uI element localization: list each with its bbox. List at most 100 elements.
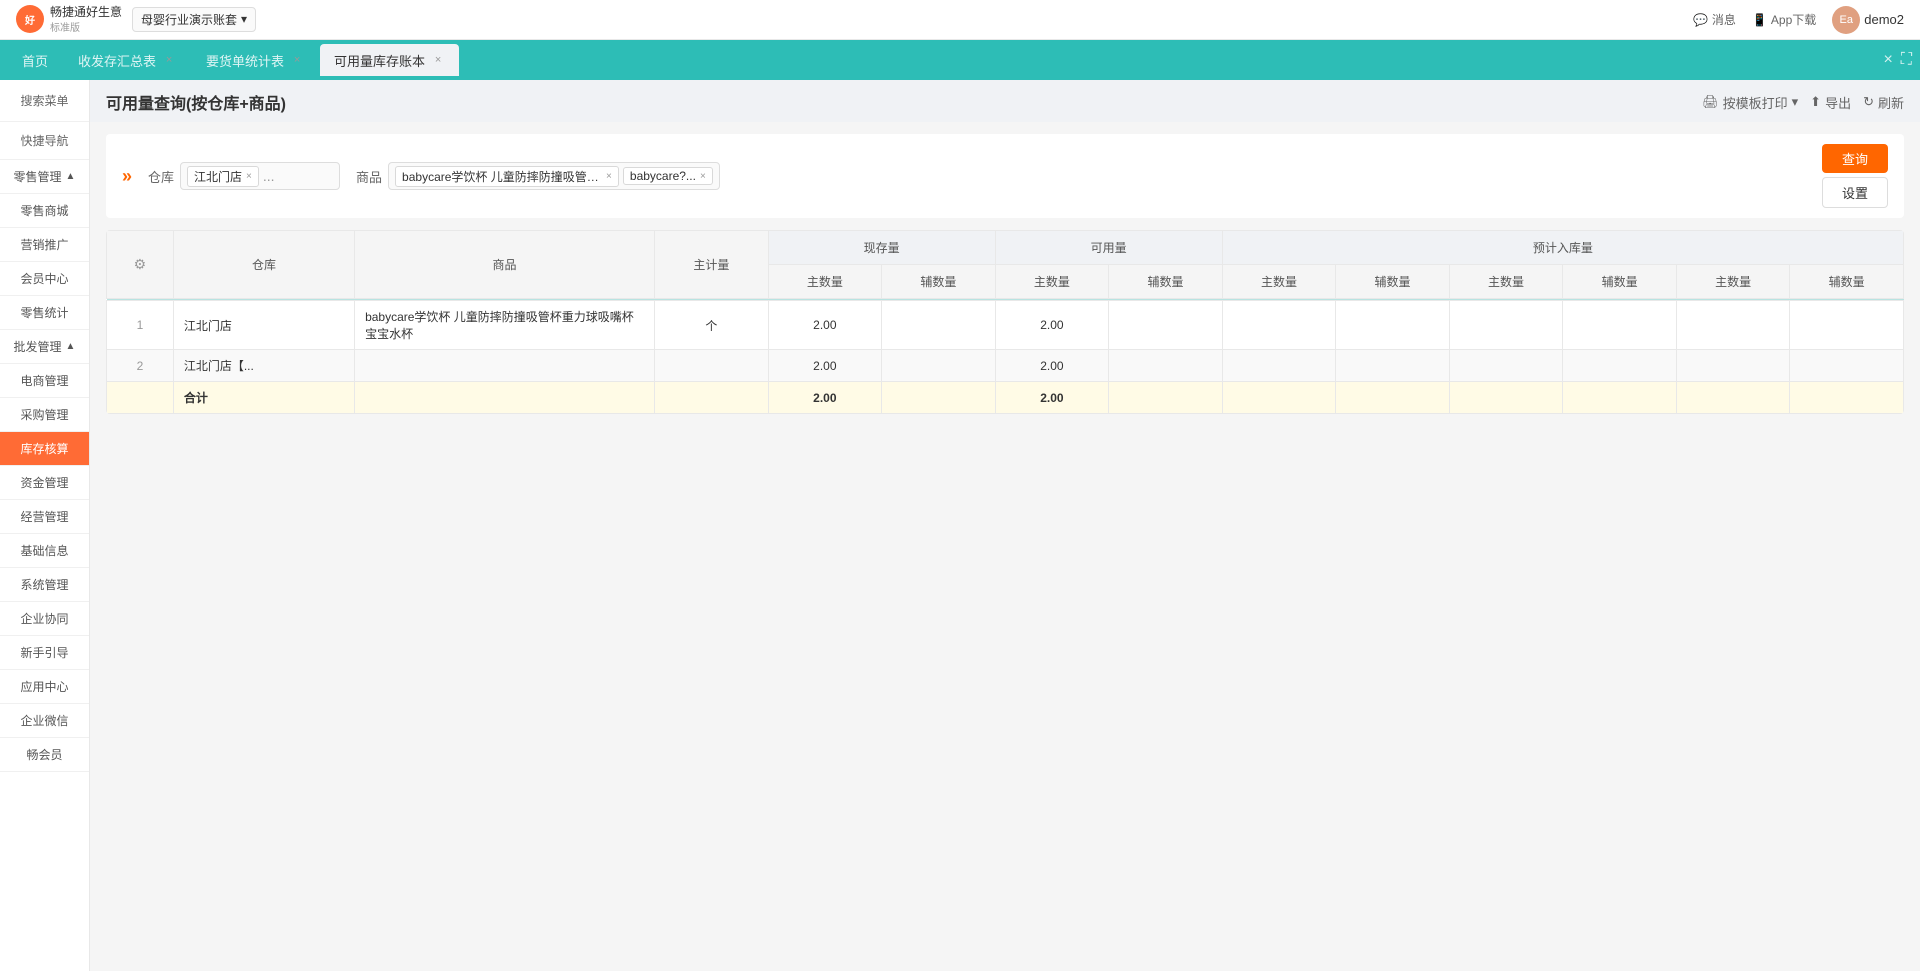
tab-receivable-close[interactable]: ×	[162, 53, 176, 67]
tab-available-inventory-label: 可用量库存账本	[334, 51, 425, 70]
gear-icon[interactable]: ⚙	[134, 256, 147, 272]
sidebar-item-operations-label: 经营管理	[20, 508, 68, 525]
sidebar-item-basic-info[interactable]: 基础信息	[0, 534, 89, 568]
tabs-bar: 首页 收发存汇总表 × 要货单统计表 × 可用量库存账本 × × ⛶	[0, 40, 1920, 80]
sidebar-item-wechat-label: 企业微信	[20, 712, 68, 729]
sidebar-search-area: 搜索菜单	[0, 80, 89, 122]
cell-warehouse-2: 江北门店【...	[173, 350, 354, 382]
product-tag-1-close[interactable]: ×	[606, 171, 612, 182]
message-label: 消息	[1712, 11, 1736, 28]
sidebar-item-wholesale[interactable]: 批发管理 ▲	[0, 330, 89, 364]
sidebar-item-member[interactable]: 畅会员	[0, 738, 89, 772]
summary-avail-main: 2.00	[995, 382, 1109, 414]
download-icon: 📱	[1752, 13, 1767, 27]
print-button[interactable]: 🖨 按模板打印 ▾	[1702, 93, 1798, 112]
th-in-aux: 辅数量	[1563, 265, 1677, 299]
table-row: 2 江北门店【... 2.00 2.00	[107, 350, 1904, 382]
chevron-icon: ▲	[66, 171, 76, 182]
industry-selector[interactable]: 母婴行业演示账套 ▾	[132, 7, 256, 32]
tab-available-inventory[interactable]: 可用量库存账本 ×	[320, 44, 459, 76]
quick-nav-button[interactable]: 快捷导航	[0, 126, 89, 155]
warehouse-tag-text: 江北门店	[194, 168, 242, 185]
sidebar-item-retail-mall[interactable]: 零售商城	[0, 194, 89, 228]
th-prod-aux: 辅数量	[1790, 265, 1904, 299]
tab-receivable[interactable]: 收发存汇总表 ×	[64, 44, 190, 76]
page-actions: 🖨 按模板打印 ▾ ⬆ 导出 ↻ 刷新	[1702, 93, 1904, 112]
search-menu-button[interactable]: 搜索菜单	[8, 88, 81, 113]
cell-product-1: babycare学饮杯 儿童防摔防撞吸管杯重力球吸嘴杯宝宝水杯	[355, 301, 655, 350]
sidebar-item-guide[interactable]: 新手引导	[0, 636, 89, 670]
cell-seq-1: 1	[107, 301, 174, 350]
sidebar-item-system[interactable]: 系统管理	[0, 568, 89, 602]
logo: 好 畅捷通好生意 标准版	[16, 5, 122, 34]
message-button[interactable]: 💬 消息	[1693, 11, 1736, 28]
summary-row: 合计 2.00 2.00	[107, 382, 1904, 414]
top-bar: 好 畅捷通好生意 标准版 母婴行业演示账套 ▾ 💬 消息 📱 App下载 Ea …	[0, 0, 1920, 40]
sidebar-item-purchase[interactable]: 采购管理	[0, 398, 89, 432]
cell-stock-main-2: 2.00	[768, 350, 882, 382]
query-button[interactable]: 查询	[1822, 144, 1888, 173]
product-tag-2-close[interactable]: ×	[700, 171, 706, 182]
tab-receivable-label: 收发存汇总表	[78, 51, 156, 70]
warehouse-filter: 仓库 江北门店 × ...	[148, 162, 340, 190]
data-table: ⚙ 仓库 商品 主计量 现存量 可用量 预计入库量 主数量	[106, 230, 1904, 414]
sidebar-item-members[interactable]: 会员中心	[0, 262, 89, 296]
cell-avail-main-2: 2.00	[995, 350, 1109, 382]
export-button[interactable]: ⬆ 导出	[1810, 93, 1851, 112]
warehouse-tag[interactable]: 江北门店 ×	[187, 166, 259, 187]
tabs-actions: × ⛶	[1883, 51, 1912, 69]
sidebar-item-finance[interactable]: 资金管理	[0, 466, 89, 500]
logo-text: 畅捷通好生意	[50, 5, 122, 19]
cell-pur-main-1	[1222, 301, 1336, 350]
warehouse-ellipsis[interactable]: ...	[263, 168, 275, 184]
th-warehouse: 仓库	[173, 231, 354, 299]
sidebar-item-finance-label: 资金管理	[20, 474, 68, 491]
warehouse-tags-container[interactable]: 江北门店 × ...	[180, 162, 340, 190]
warehouse-tag-close[interactable]: ×	[246, 171, 252, 182]
sidebar-item-operations[interactable]: 经营管理	[0, 500, 89, 534]
refresh-button[interactable]: ↻ 刷新	[1863, 93, 1904, 112]
tab-order-stats[interactable]: 要货单统计表 ×	[192, 44, 318, 76]
cell-stock-aux-2	[882, 350, 996, 382]
th-prod-main: 主数量	[1676, 265, 1790, 299]
th-in-main: 主数量	[1449, 265, 1563, 299]
cell-pur-aux-1	[1336, 301, 1450, 350]
tab-available-inventory-close[interactable]: ×	[431, 53, 445, 67]
sidebar-item-inventory[interactable]: 库存核算	[0, 432, 89, 466]
app-download-button[interactable]: 📱 App下载	[1752, 11, 1816, 28]
user-area[interactable]: Ea demo2	[1832, 6, 1904, 34]
product-tags-container[interactable]: babycare学饮杯 儿童防摔防撞吸管杯重力球吸嘴杯宝宝水杯 × babyca…	[388, 162, 720, 190]
cell-pur-main-2	[1222, 350, 1336, 382]
product-tag-1[interactable]: babycare学饮杯 儿童防摔防撞吸管杯重力球吸嘴杯宝宝水杯 ×	[395, 166, 619, 187]
tabs-close-all-button[interactable]: ×	[1883, 51, 1892, 69]
page-header-row: 可用量查询(按仓库+商品) 🖨 按模板打印 ▾ ⬆ 导出 ↻ 刷新	[90, 80, 1920, 122]
product-filter: 商品 babycare学饮杯 儿童防摔防撞吸管杯重力球吸嘴杯宝宝水杯 × bab…	[356, 162, 720, 190]
sidebar-item-wechat[interactable]: 企业微信	[0, 704, 89, 738]
tab-order-stats-close[interactable]: ×	[290, 53, 304, 67]
cell-product-2	[355, 350, 655, 382]
th-available: 可用量	[995, 231, 1222, 265]
sidebar-item-retail-stats[interactable]: 零售统计	[0, 296, 89, 330]
filter-expand-button[interactable]: »	[122, 166, 132, 187]
tabs-expand-button[interactable]: ⛶	[1901, 51, 1912, 69]
industry-label: 母婴行业演示账套	[141, 11, 237, 28]
sidebar-item-app-center-label: 应用中心	[20, 678, 68, 695]
settings-button[interactable]: 设置	[1822, 177, 1888, 208]
tab-home[interactable]: 首页	[8, 44, 62, 76]
filter-actions: 查询 设置	[1822, 144, 1888, 208]
export-icon: ⬆	[1810, 94, 1821, 110]
sidebar-item-app-center[interactable]: 应用中心	[0, 670, 89, 704]
logo-sub: 标准版	[50, 19, 122, 34]
main-layout: 搜索菜单 快捷导航 零售管理 ▲ 零售商城 营销推广 会员中心 零售统计 批发管…	[0, 80, 1920, 971]
sidebar-item-enterprise[interactable]: 企业协同	[0, 602, 89, 636]
product-tag-2-text: babycare?...	[630, 169, 696, 183]
sidebar-item-zero-retail[interactable]: 零售管理 ▲	[0, 160, 89, 194]
logo-icon: 好	[16, 5, 44, 33]
product-tag-2[interactable]: babycare?... ×	[623, 167, 713, 185]
sidebar-item-marketing[interactable]: 营销推广	[0, 228, 89, 262]
logo-texts: 畅捷通好生意 标准版	[50, 5, 122, 34]
sidebar-item-ecommerce[interactable]: 电商管理	[0, 364, 89, 398]
sidebar-item-basic-info-label: 基础信息	[20, 542, 68, 559]
th-gear[interactable]: ⚙	[107, 231, 174, 299]
content-area: » 仓库 江北门店 × ... 商品	[90, 122, 1920, 971]
